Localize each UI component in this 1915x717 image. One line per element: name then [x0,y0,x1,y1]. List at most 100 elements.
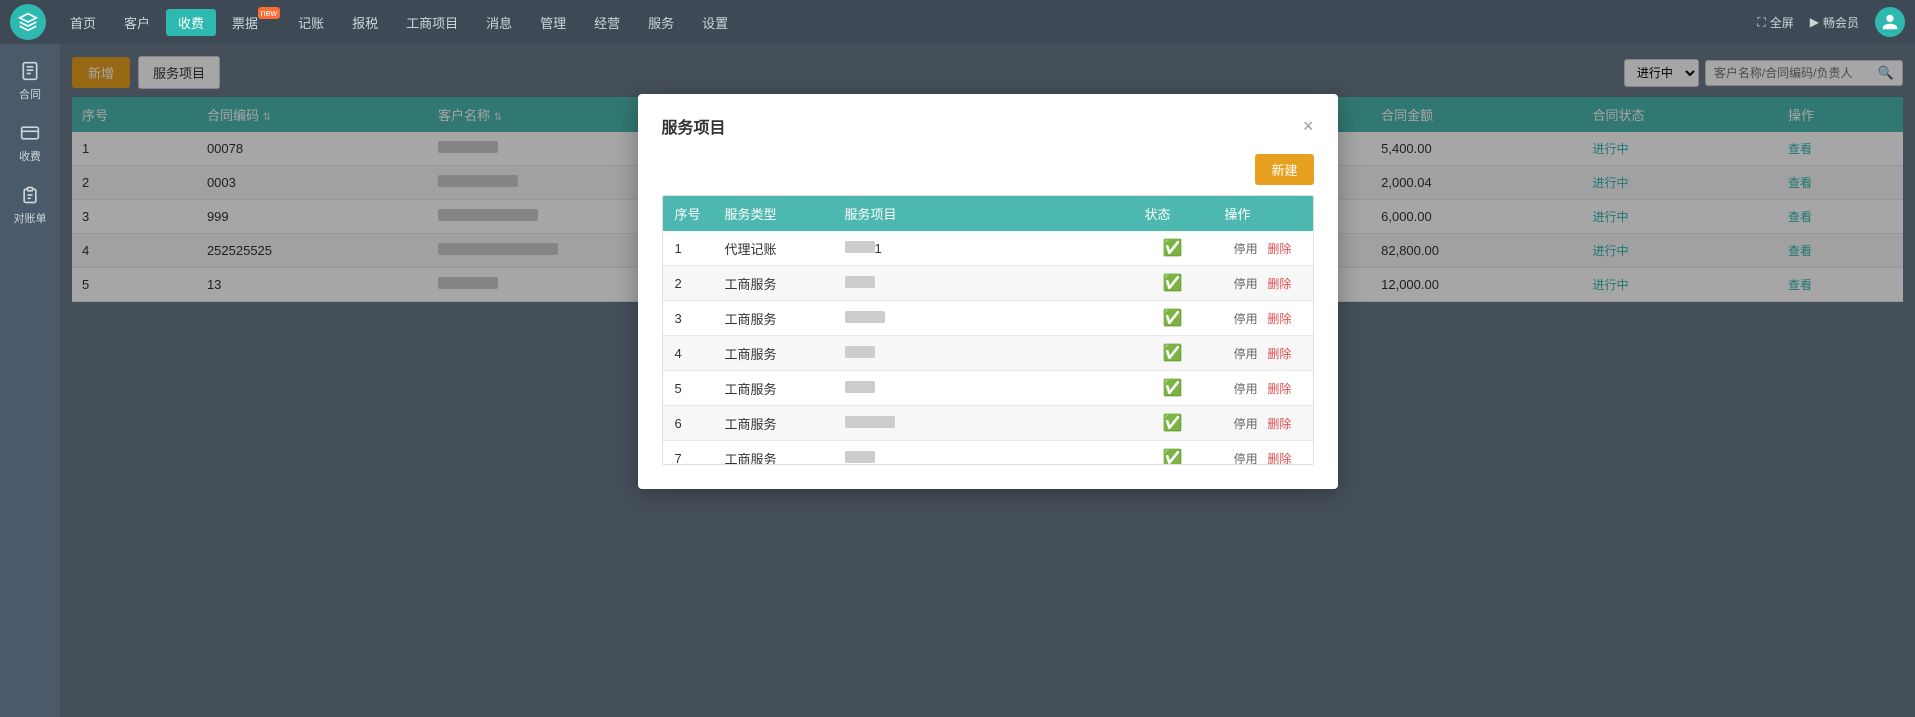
modal-col-seq: 序号 [663,196,713,231]
main-layout: 合同 收费 对账单 新增 服务项目 进行中 已结束 全部 [0,44,1915,717]
modal-cell-item [833,441,1133,466]
status-check-icon: ✅ [1163,380,1183,397]
status-check-icon: ✅ [1163,415,1183,432]
modal-cell-status: ✅ [1133,336,1213,371]
stop-button[interactable]: 停用 [1234,417,1258,431]
modal-new-button[interactable]: 新建 [1255,154,1313,185]
modal-table-row: 5 工商服务 ✅ 停用 删除 [663,371,1313,406]
modal-col-status: 状态 [1133,196,1213,231]
modal-cell-status: ✅ [1133,371,1213,406]
sidebar-item-contract[interactable]: 合同 [4,52,56,110]
play-icon: ▶ [1810,15,1819,29]
modal-table-row: 3 工商服务 ✅ 停用 删除 [663,301,1313,336]
modal-cell-item [833,371,1133,406]
modal-cell-status: ✅ [1133,441,1213,466]
status-check-icon: ✅ [1163,240,1183,257]
modal-table-row: 7 工商服务 ✅ 停用 删除 [663,441,1313,466]
modal-cell-seq: 7 [663,441,713,466]
modal-cell-status: ✅ [1133,406,1213,441]
modal-cell-type: 代理记账 [713,231,833,266]
statement-icon [19,184,41,206]
stop-button[interactable]: 停用 [1234,382,1258,396]
modal-cell-item [833,301,1133,336]
modal-table-row: 6 工商服务 ✅ 停用 删除 [663,406,1313,441]
delete-button[interactable]: 删除 [1267,277,1291,291]
status-check-icon: ✅ [1163,450,1183,465]
modal-cell-action: 停用 删除 [1213,371,1313,406]
modal-cell-status: ✅ [1133,301,1213,336]
stop-button[interactable]: 停用 [1234,347,1258,361]
modal-cell-seq: 2 [663,266,713,301]
nav-service[interactable]: 服务 [636,9,686,36]
contract-icon [19,60,41,82]
modal-cell-seq: 3 [663,301,713,336]
delete-button[interactable]: 删除 [1267,417,1291,431]
nav-bookkeeping[interactable]: 记账 [286,9,336,36]
modal-scroll-area[interactable]: 序号 服务类型 服务项目 状态 操作 1 代理记账 1 ✅ 停用 删除 2 工商… [662,195,1314,465]
fullscreen-button[interactable]: ⛶ 全屏 [1757,14,1793,31]
modal-cell-seq: 4 [663,336,713,371]
nav-settings[interactable]: 设置 [690,9,740,36]
modal-cell-seq: 1 [663,231,713,266]
right-actions: ⛶ 全屏 ▶ 畅会员 [1757,7,1905,37]
modal-cell-seq: 6 [663,406,713,441]
content-area: 新增 服务项目 进行中 已结束 全部 🔍 序号 合同编 [60,44,1915,717]
nav-operation[interactable]: 经营 [582,9,632,36]
modal-cell-type: 工商服务 [713,266,833,301]
modal-cell-action: 停用 删除 [1213,406,1313,441]
sidebar-item-fee[interactable]: 收费 [4,114,56,172]
service-items-modal: 服务项目 × 新建 序号 服务类型 服务项目 状态 操作 [638,94,1338,489]
delete-button[interactable]: 删除 [1267,347,1291,361]
sidebar-item-statement[interactable]: 对账单 [4,176,56,234]
sidebar: 合同 收费 对账单 [0,44,60,717]
modal-cell-type: 工商服务 [713,371,833,406]
modal-table-row: 1 代理记账 1 ✅ 停用 删除 [663,231,1313,266]
user-avatar[interactable] [1875,7,1905,37]
fullscreen-icon: ⛶ [1757,15,1765,30]
modal-cell-item: 1 [833,231,1133,266]
new-badge: new [258,7,281,20]
stop-button[interactable]: 停用 [1234,312,1258,326]
stop-button[interactable]: 停用 [1234,277,1258,291]
nav-home[interactable]: 首页 [58,9,108,36]
modal-close-button[interactable]: × [1303,117,1314,135]
modal-cell-status: ✅ [1133,266,1213,301]
modal-title: 服务项目 [662,114,726,138]
modal-cell-type: 工商服务 [713,441,833,466]
modal-cell-status: ✅ [1133,231,1213,266]
modal-cell-action: 停用 删除 [1213,231,1313,266]
nav-manage[interactable]: 管理 [528,9,578,36]
service-items-table: 序号 服务类型 服务项目 状态 操作 1 代理记账 1 ✅ 停用 删除 2 工商… [663,196,1313,465]
modal-header: 服务项目 × [662,114,1314,138]
modal-cell-action: 停用 删除 [1213,336,1313,371]
modal-cell-item [833,406,1133,441]
modal-cell-action: 停用 删除 [1213,441,1313,466]
delete-button[interactable]: 删除 [1267,382,1291,396]
fee-icon [19,122,41,144]
status-check-icon: ✅ [1163,345,1183,362]
nav-message[interactable]: 消息 [474,9,524,36]
modal-cell-item [833,266,1133,301]
stop-button[interactable]: 停用 [1234,242,1258,256]
member-button[interactable]: ▶ 畅会员 [1810,14,1859,31]
nav-items: 首页 客户 收费 票据 new 记账 报税 工商项目 消息 管理 经营 服务 设… [58,9,1757,36]
nav-invoice[interactable]: 票据 new [220,9,282,36]
modal-cell-action: 停用 删除 [1213,301,1313,336]
modal-toolbar: 新建 [662,154,1314,185]
delete-button[interactable]: 删除 [1267,242,1291,256]
delete-button[interactable]: 删除 [1267,312,1291,326]
modal-cell-item [833,336,1133,371]
nav-fee[interactable]: 收费 [166,9,216,36]
modal-col-type: 服务类型 [713,196,833,231]
modal-cell-action: 停用 删除 [1213,266,1313,301]
status-check-icon: ✅ [1163,310,1183,327]
modal-cell-seq: 5 [663,371,713,406]
nav-client[interactable]: 客户 [112,9,162,36]
nav-tax[interactable]: 报税 [340,9,390,36]
app-logo[interactable] [10,4,46,40]
delete-button[interactable]: 删除 [1267,452,1291,466]
stop-button[interactable]: 停用 [1234,452,1258,466]
modal-cell-type: 工商服务 [713,301,833,336]
top-navigation: 首页 客户 收费 票据 new 记账 报税 工商项目 消息 管理 经营 服务 设… [0,0,1915,44]
nav-business[interactable]: 工商项目 [394,9,470,36]
